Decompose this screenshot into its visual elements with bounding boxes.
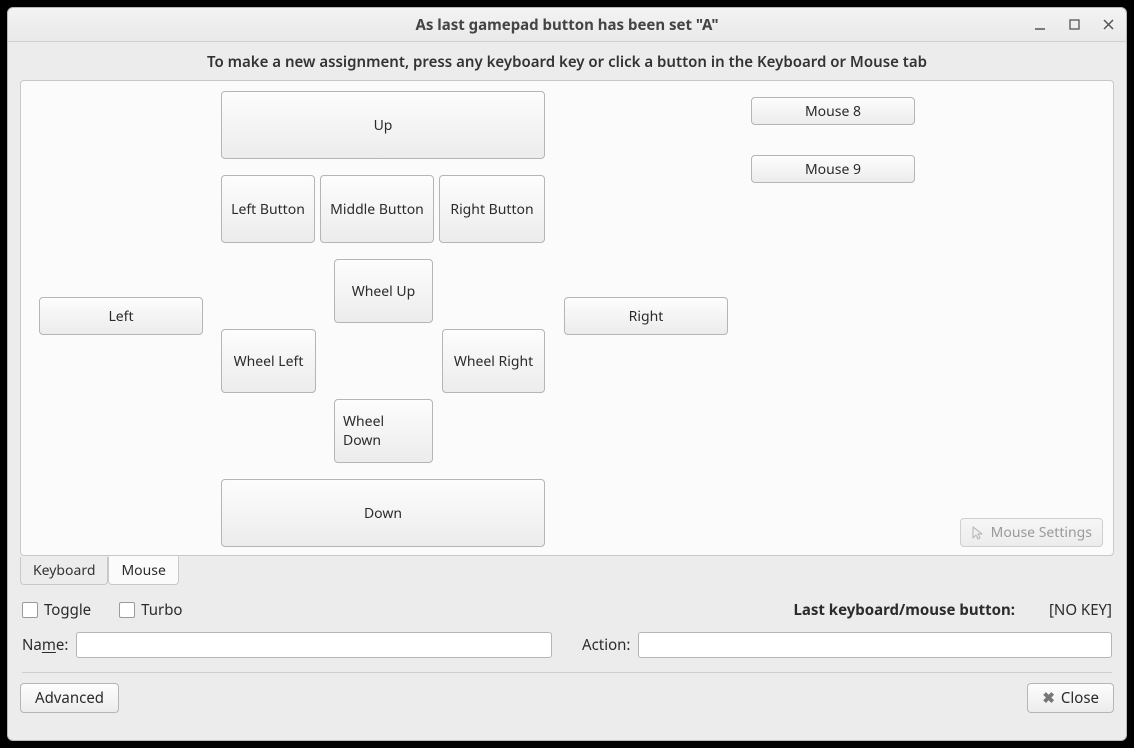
label: Toggle bbox=[44, 600, 91, 620]
label: Wheel Right bbox=[454, 352, 533, 371]
close-window-button[interactable] bbox=[1096, 13, 1120, 37]
mouse-9-button[interactable]: Mouse 9 bbox=[751, 155, 915, 183]
tab-mouse[interactable]: Mouse bbox=[108, 556, 178, 585]
last-key-label: Last keyboard/mouse button: bbox=[793, 600, 1015, 620]
mouse-left-button-button[interactable]: Left Button bbox=[221, 175, 315, 243]
dialog-window: As last gamepad button has been set "A" … bbox=[7, 7, 1127, 741]
minimize-button[interactable] bbox=[1028, 13, 1052, 37]
label: Mouse bbox=[121, 561, 165, 580]
mouse-wheel-right-button[interactable]: Wheel Right bbox=[442, 329, 545, 393]
mouse-settings-button[interactable]: Mouse Settings bbox=[960, 518, 1103, 547]
label: Wheel Down bbox=[343, 412, 424, 450]
label: Close bbox=[1061, 688, 1099, 708]
label: Down bbox=[364, 504, 402, 523]
fields-row: Name: Action: bbox=[8, 626, 1126, 668]
label: Mouse Settings bbox=[991, 523, 1092, 542]
mouse-wheel-down-button[interactable]: Wheel Down bbox=[334, 399, 433, 463]
advanced-button[interactable]: Advanced bbox=[20, 683, 119, 713]
label: Wheel Left bbox=[234, 352, 304, 371]
name-input[interactable] bbox=[76, 632, 552, 658]
footer-row: Advanced ✖ Close bbox=[8, 673, 1126, 723]
minimize-icon bbox=[1034, 19, 1046, 31]
label: Right bbox=[629, 307, 664, 326]
cursor-icon bbox=[971, 526, 985, 540]
mouse-wheel-up-button[interactable]: Wheel Up bbox=[334, 259, 433, 323]
checkbox-icon bbox=[22, 602, 38, 618]
toggle-checkbox[interactable]: Toggle bbox=[22, 600, 91, 620]
name-label: Name: bbox=[22, 635, 68, 655]
label: Up bbox=[374, 116, 393, 135]
action-input[interactable] bbox=[638, 632, 1112, 658]
turbo-checkbox[interactable]: Turbo bbox=[119, 600, 182, 620]
window-controls bbox=[1028, 8, 1120, 41]
label: Wheel Up bbox=[352, 282, 416, 301]
mouse-down-button[interactable]: Down bbox=[221, 479, 545, 547]
mouse-move-right-button[interactable]: Right bbox=[564, 297, 728, 335]
close-icon bbox=[1103, 19, 1114, 30]
close-button[interactable]: ✖ Close bbox=[1027, 683, 1114, 713]
action-label: Action: bbox=[582, 635, 630, 655]
label: Middle Button bbox=[330, 200, 424, 219]
label: Turbo bbox=[141, 600, 182, 620]
label: Keyboard bbox=[33, 561, 95, 580]
label: Mouse 8 bbox=[805, 102, 861, 121]
label: Mouse 9 bbox=[805, 160, 861, 179]
mouse-right-button-button[interactable]: Right Button bbox=[439, 175, 545, 243]
close-x-icon: ✖ bbox=[1042, 688, 1055, 708]
maximize-icon bbox=[1069, 19, 1080, 30]
checkbox-icon bbox=[119, 602, 135, 618]
last-key-value: [NO KEY] bbox=[1049, 600, 1112, 620]
label: Left bbox=[108, 307, 133, 326]
tab-bar: Keyboard Mouse bbox=[20, 555, 1114, 585]
options-row: Toggle Turbo Last keyboard/mouse button:… bbox=[8, 586, 1126, 626]
label: Advanced bbox=[35, 688, 104, 708]
label: Left Button bbox=[231, 200, 305, 219]
mouse-8-button[interactable]: Mouse 8 bbox=[751, 97, 915, 125]
content-area: To make a new assignment, press any keyb… bbox=[8, 42, 1126, 740]
label: Right Button bbox=[450, 200, 533, 219]
mouse-move-left-button[interactable]: Left bbox=[39, 297, 203, 335]
titlebar: As last gamepad button has been set "A" bbox=[8, 8, 1126, 42]
window-title: As last gamepad button has been set "A" bbox=[415, 15, 718, 35]
mouse-wheel-left-button[interactable]: Wheel Left bbox=[221, 329, 316, 393]
tab-keyboard[interactable]: Keyboard bbox=[20, 557, 108, 585]
mouse-up-button[interactable]: Up bbox=[221, 91, 545, 159]
mouse-tab-panel: Up Left Button Middle Button Right Butto… bbox=[20, 80, 1114, 556]
maximize-button[interactable] bbox=[1062, 13, 1086, 37]
instruction-text: To make a new assignment, press any keyb… bbox=[8, 42, 1126, 80]
mouse-middle-button-button[interactable]: Middle Button bbox=[320, 175, 434, 243]
